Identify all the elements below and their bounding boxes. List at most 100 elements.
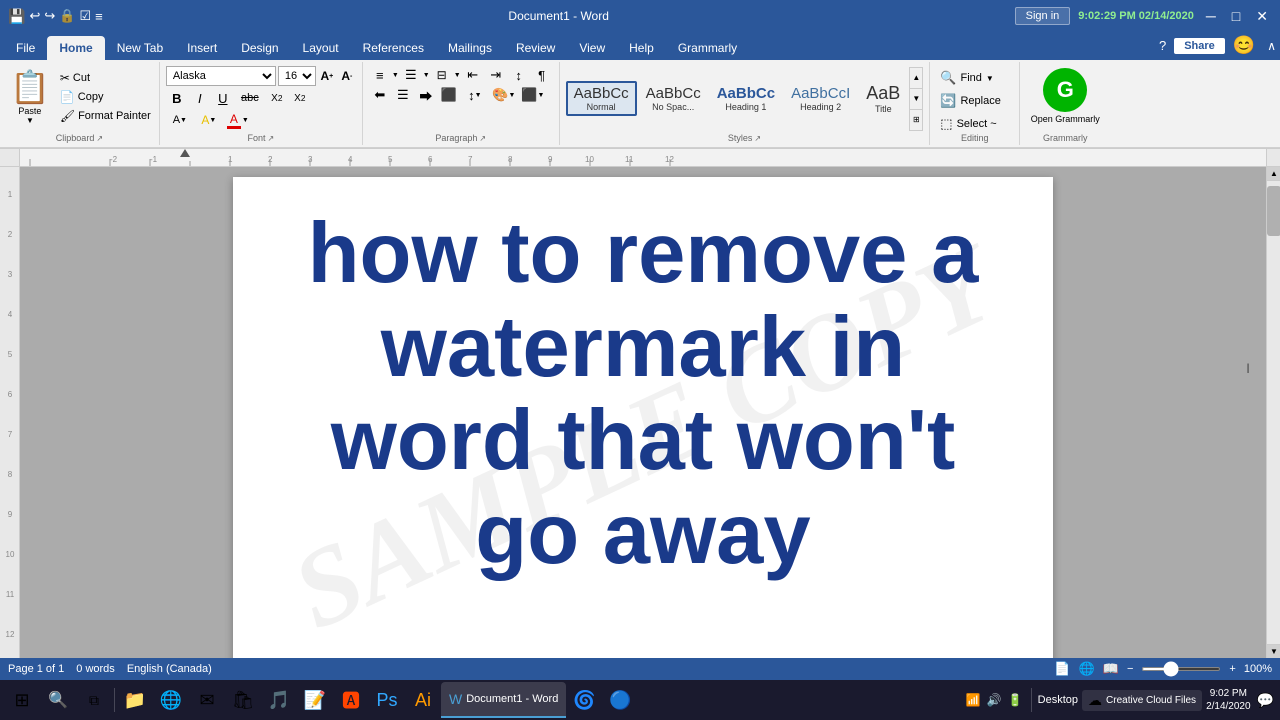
tab-help[interactable]: Help — [617, 36, 666, 60]
font-color-button[interactable]: A ▼ — [224, 110, 252, 130]
tab-mailings[interactable]: Mailings — [436, 36, 504, 60]
taskbar-app-explorer[interactable]: 📁 — [117, 682, 153, 718]
paste-dropdown-icon[interactable]: ▼ — [26, 116, 34, 125]
maximize-icon[interactable]: □ — [1228, 8, 1244, 24]
task-view-button[interactable]: ⧉ — [76, 682, 112, 718]
strikethrough-button[interactable]: abc — [235, 88, 265, 108]
feedback-smiley[interactable]: 😊 — [1233, 35, 1255, 56]
styles-scroll-down[interactable]: ▼ — [910, 89, 922, 110]
sort-button[interactable]: ↕ — [508, 66, 530, 84]
taskbar-app-browser[interactable]: 🌐 — [153, 682, 189, 718]
clipboard-expand-icon[interactable]: ↗ — [96, 134, 103, 143]
paragraph-expand-icon[interactable]: ↗ — [479, 134, 486, 143]
taskbar-app-creative[interactable]: 🅰 — [333, 682, 369, 718]
minimize-icon[interactable]: ─ — [1202, 8, 1220, 24]
volume-icon[interactable]: 🔊 — [985, 693, 1004, 707]
notification-icon[interactable]: 💬 — [1255, 692, 1276, 709]
zoom-out-icon[interactable]: − — [1127, 663, 1133, 675]
underline-button[interactable]: U — [212, 88, 234, 108]
network-icon[interactable]: 📶 — [964, 693, 983, 707]
increase-indent-button[interactable]: ⇥ — [485, 66, 507, 84]
close-icon[interactable]: ✕ — [1252, 8, 1272, 25]
taskbar-app-chrome[interactable]: 🔵 — [602, 682, 638, 718]
font-name-select[interactable]: Alaska — [166, 66, 276, 86]
open-grammarly-button[interactable]: G — [1043, 68, 1087, 112]
undo-icon[interactable]: ↩ — [29, 8, 40, 24]
decrease-font-button[interactable]: A- — [338, 66, 356, 86]
style-title[interactable]: AaB Title — [859, 80, 907, 117]
styles-more-button[interactable]: ⊞ — [910, 110, 922, 130]
taskbar-app-word[interactable]: W Document1 - Word — [441, 682, 566, 718]
borders-button[interactable]: ⬛▼ — [519, 86, 547, 104]
tab-file[interactable]: File — [4, 36, 47, 60]
cut-button[interactable]: ✂ Cut — [58, 70, 153, 86]
scroll-bottom-arrow[interactable]: ▼ — [1267, 644, 1280, 658]
accessibility-icon[interactable]: ☑ — [79, 8, 91, 24]
subscript-button[interactable]: X2 — [266, 88, 288, 108]
cloud-files-app[interactable]: ☁ Creative Cloud Files — [1082, 690, 1202, 711]
align-center-button[interactable]: ☰ — [392, 86, 414, 104]
scroll-top-arrow[interactable]: ▲ — [1267, 167, 1280, 181]
taskbar-app-ai[interactable]: Ai — [405, 682, 441, 718]
tab-insert[interactable]: Insert — [175, 36, 229, 60]
tab-layout[interactable]: Layout — [291, 36, 351, 60]
style-normal[interactable]: AaBbCc Normal — [566, 81, 637, 116]
align-left-button[interactable]: ⬅ — [369, 86, 391, 104]
multilevel-list-button[interactable]: ⊟ — [431, 66, 453, 84]
tab-home[interactable]: Home — [47, 36, 104, 60]
align-right-button[interactable]: ⮕ — [415, 86, 437, 104]
document-scroll-area[interactable]: SAMPLE COPY how to remove a watermark in… — [20, 167, 1266, 658]
bullets-button[interactable]: ≡ — [369, 66, 391, 84]
taskbar-app-ps[interactable]: Ps — [369, 682, 405, 718]
paste-button[interactable]: 📋 Paste ▼ — [6, 66, 54, 127]
sign-in-button[interactable]: Sign in — [1015, 7, 1071, 25]
more-commands-icon[interactable]: ≡ — [95, 9, 103, 24]
styles-expand-icon[interactable]: ↗ — [754, 134, 761, 143]
numbering-button[interactable]: ☰ — [400, 66, 422, 84]
tab-review[interactable]: Review — [504, 36, 567, 60]
text-effects-button[interactable]: A▼ — [166, 110, 194, 130]
tab-design[interactable]: Design — [229, 36, 290, 60]
format-painter-button[interactable]: 🖌 Format Painter — [58, 108, 153, 124]
tab-grammarly[interactable]: Grammarly — [666, 36, 749, 60]
bold-button[interactable]: B — [166, 88, 188, 108]
justify-button[interactable]: ⬛ — [438, 86, 460, 104]
taskbar-app-edge[interactable]: 🌀 — [566, 682, 602, 718]
doc-view-icon[interactable]: 📄 — [1054, 661, 1070, 677]
highlight-color-button[interactable]: A▼ — [195, 110, 223, 130]
share-button[interactable]: Share — [1174, 38, 1225, 54]
decrease-indent-button[interactable]: ⇤ — [462, 66, 484, 84]
copy-button[interactable]: 📄 Copy — [58, 89, 153, 105]
save-icon[interactable]: 💾 — [8, 8, 25, 25]
help-icon[interactable]: ? — [1159, 38, 1166, 53]
taskbar-app-notepad[interactable]: 📝 — [297, 682, 333, 718]
find-button[interactable]: 🔍 Find ▼ — [936, 68, 1013, 88]
style-heading2[interactable]: AaBbCcI Heading 2 — [784, 82, 857, 115]
shading-button[interactable]: 🎨▼ — [490, 86, 518, 104]
search-button[interactable]: 🔍 — [40, 682, 76, 718]
superscript-button[interactable]: X2 — [289, 88, 311, 108]
font-size-select[interactable]: 16 — [278, 66, 316, 86]
styles-scroll-up[interactable]: ▲ — [910, 68, 922, 89]
zoom-slider[interactable] — [1141, 667, 1221, 671]
scroll-track[interactable] — [1267, 181, 1280, 644]
zoom-in-icon[interactable]: + — [1229, 663, 1235, 675]
tab-new-tab[interactable]: New Tab — [105, 36, 175, 60]
ribbon-collapse-icon[interactable]: ∧ — [1263, 39, 1280, 53]
line-spacing-button[interactable]: ↕▼ — [461, 86, 489, 104]
tab-view[interactable]: View — [567, 36, 617, 60]
read-view-icon[interactable]: 📖 — [1103, 661, 1119, 677]
battery-icon[interactable]: 🔋 — [1006, 693, 1025, 707]
replace-button[interactable]: 🔄 Replace — [936, 91, 1013, 111]
taskbar-app-mail[interactable]: ✉ — [189, 682, 225, 718]
style-no-spacing[interactable]: AaBbCc No Spac... — [639, 82, 708, 115]
style-heading1[interactable]: AaBbCc Heading 1 — [710, 82, 782, 115]
start-button[interactable]: ⊞ — [4, 682, 40, 718]
select-button[interactable]: ⬚ Select ~ — [936, 114, 1013, 134]
tab-references[interactable]: References — [351, 36, 436, 60]
undo-arrow-icon[interactable]: ↪ — [44, 8, 55, 24]
taskbar-app-music[interactable]: 🎵 — [261, 682, 297, 718]
web-view-icon[interactable]: 🌐 — [1079, 661, 1095, 677]
scroll-thumb[interactable] — [1267, 186, 1280, 236]
font-expand-icon[interactable]: ↗ — [267, 134, 274, 143]
